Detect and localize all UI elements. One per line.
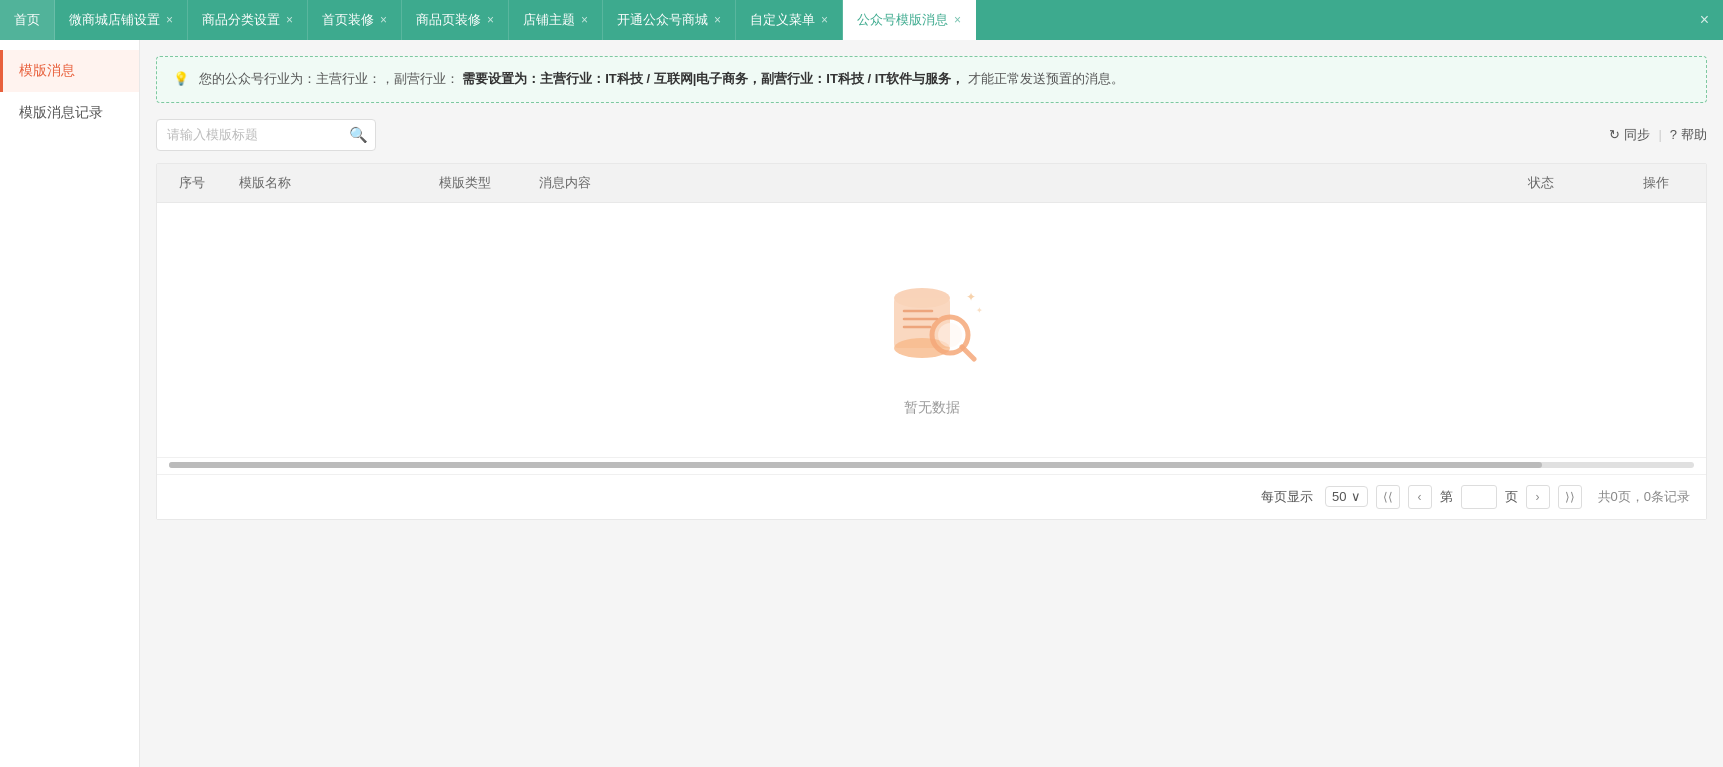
- close-tab-store-theme[interactable]: ×: [581, 13, 588, 27]
- page-size-select[interactable]: 50 ∨: [1325, 486, 1367, 507]
- header-type: 模版类型: [427, 164, 527, 202]
- scrollbar-track[interactable]: [169, 462, 1694, 468]
- top-navigation: 首页 微商城店铺设置 × 商品分类设置 × 首页装修 × 商品页装修 × 店铺主…: [0, 0, 1723, 40]
- total-info: 共0页，0条记录: [1598, 488, 1690, 506]
- prev-page-icon: ‹: [1418, 490, 1422, 504]
- first-page-button[interactable]: ⟨⟨: [1376, 485, 1400, 509]
- help-button[interactable]: ? 帮助: [1670, 126, 1707, 144]
- tab-home[interactable]: 首页: [0, 0, 55, 40]
- right-actions: ↻ 同步 | ? 帮助: [1609, 126, 1707, 144]
- divider: |: [1658, 127, 1661, 142]
- last-page-icon: ⟩⟩: [1565, 490, 1575, 504]
- close-tab-open-mall[interactable]: ×: [714, 13, 721, 27]
- notice-banner: 💡 您的公众号行业为：主营行业：，副营行业： 需要设置为：主营行业：IT科技 /…: [156, 56, 1707, 103]
- close-tab-template-msg[interactable]: ×: [954, 13, 961, 27]
- global-close-button[interactable]: ×: [1686, 11, 1723, 29]
- page-size-label: 每页显示: [1261, 488, 1313, 506]
- sync-icon: ↻: [1609, 127, 1620, 142]
- sidebar-item-template-msg[interactable]: 模版消息: [0, 50, 139, 92]
- svg-text:✦: ✦: [966, 290, 976, 304]
- scrollbar-thumb[interactable]: [169, 462, 1542, 468]
- header-action: 操作: [1606, 164, 1706, 202]
- next-page-icon: ›: [1536, 490, 1540, 504]
- search-input-wrap: 🔍: [156, 119, 376, 151]
- svg-line-8: [962, 347, 974, 359]
- close-tab-shop-settings[interactable]: ×: [166, 13, 173, 27]
- svg-text:✦: ✦: [976, 306, 983, 315]
- main-layout: 模版消息 模版消息记录 💡 您的公众号行业为：主营行业：，副营行业： 需要设置为…: [0, 40, 1723, 767]
- chevron-down-icon: ∨: [1351, 489, 1361, 504]
- search-icon[interactable]: 🔍: [349, 126, 368, 144]
- svg-point-7: [938, 323, 962, 347]
- content-area: 💡 您的公众号行业为：主营行业：，副营行业： 需要设置为：主营行业：IT科技 /…: [140, 40, 1723, 767]
- tab-home-decoration[interactable]: 首页装修 ×: [308, 0, 402, 40]
- prev-page-button[interactable]: ‹: [1408, 485, 1432, 509]
- table-header: 序号 模版名称 模版类型 消息内容 状态 操作: [157, 164, 1706, 203]
- tab-category-settings[interactable]: 商品分类设置 ×: [188, 0, 308, 40]
- tab-custom-menu[interactable]: 自定义菜单 ×: [736, 0, 843, 40]
- sidebar-item-template-msg-log[interactable]: 模版消息记录: [0, 92, 139, 134]
- tab-open-mall[interactable]: 开通公众号商城 ×: [603, 0, 736, 40]
- data-table: 序号 模版名称 模版类型 消息内容 状态 操作: [156, 163, 1707, 520]
- page-number-input[interactable]: 1: [1461, 485, 1497, 509]
- header-seq: 序号: [157, 164, 227, 202]
- page-label: 第: [1440, 488, 1453, 506]
- tab-shop-settings[interactable]: 微商城店铺设置 ×: [55, 0, 188, 40]
- empty-state: ✦ ✦ 暂无数据: [157, 203, 1706, 457]
- last-page-button[interactable]: ⟩⟩: [1558, 485, 1582, 509]
- tab-store-theme[interactable]: 店铺主题 ×: [509, 0, 603, 40]
- sidebar: 模版消息 模版消息记录: [0, 40, 140, 767]
- next-page-button[interactable]: ›: [1526, 485, 1550, 509]
- header-name: 模版名称: [227, 164, 427, 202]
- header-status: 状态: [1476, 164, 1606, 202]
- search-bar: 🔍 ↻ 同步 | ? 帮助: [156, 119, 1707, 151]
- close-tab-product-decoration[interactable]: ×: [487, 13, 494, 27]
- bulb-icon: 💡: [173, 71, 189, 86]
- tab-template-msg[interactable]: 公众号模版消息 ×: [843, 0, 976, 40]
- empty-illustration: ✦ ✦: [872, 263, 992, 383]
- tab-product-decoration[interactable]: 商品页装修 ×: [402, 0, 509, 40]
- help-icon: ?: [1670, 127, 1677, 142]
- page-unit: 页: [1505, 488, 1518, 506]
- pagination: 每页显示 50 ∨ ⟨⟨ ‹ 第 1 页 › ⟩⟩: [157, 474, 1706, 519]
- close-tab-home-decoration[interactable]: ×: [380, 13, 387, 27]
- sync-button[interactable]: ↻ 同步: [1609, 126, 1650, 144]
- search-input[interactable]: [156, 119, 376, 151]
- page-size-value: 50: [1332, 489, 1346, 504]
- close-tab-category-settings[interactable]: ×: [286, 13, 293, 27]
- close-tab-custom-menu[interactable]: ×: [821, 13, 828, 27]
- header-content: 消息内容: [527, 164, 1476, 202]
- empty-text: 暂无数据: [904, 399, 960, 417]
- scrollbar-row: [157, 457, 1706, 474]
- first-page-icon: ⟨⟨: [1383, 490, 1393, 504]
